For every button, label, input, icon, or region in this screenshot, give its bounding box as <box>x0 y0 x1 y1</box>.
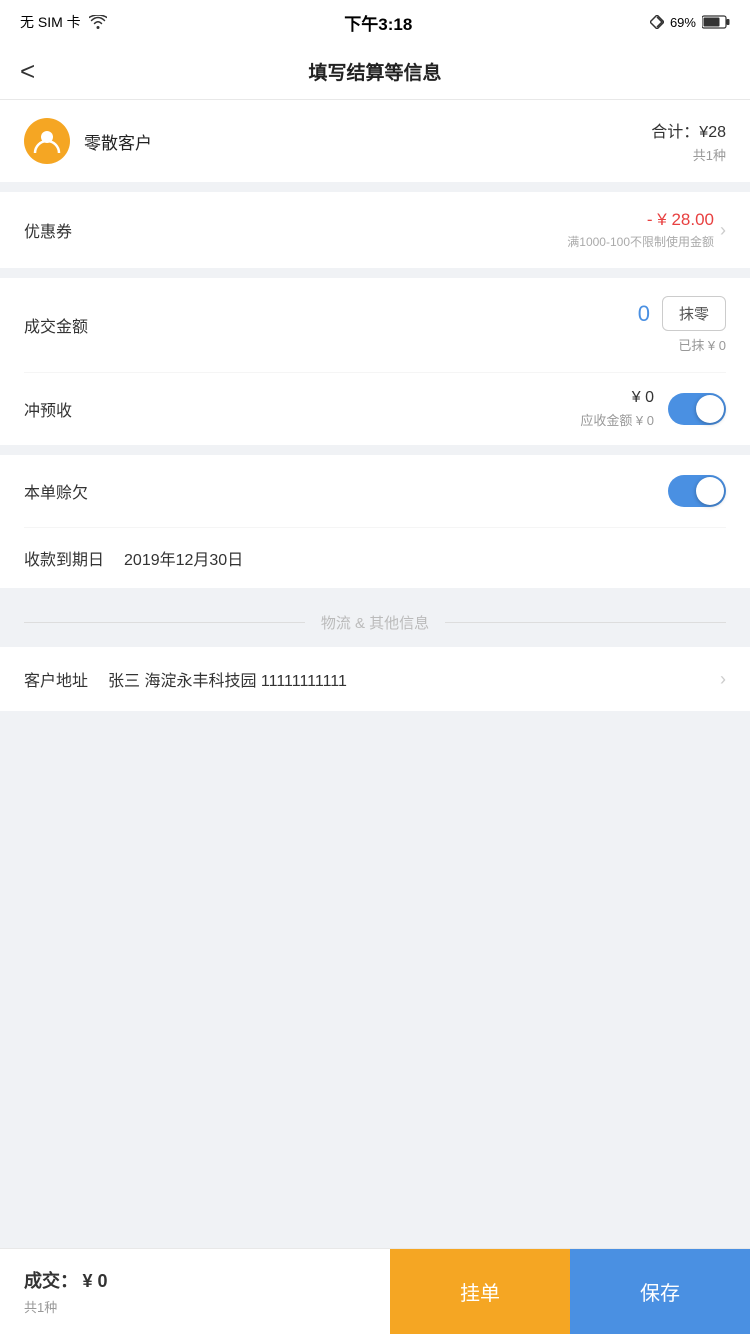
customer-name: 零散客户 <box>84 129 152 154</box>
battery-icon <box>702 15 730 29</box>
total-count: 共1种 <box>651 145 726 164</box>
status-time: 下午3:18 <box>344 10 412 35</box>
content: 零散客户 合计：¥28 共1种 优惠券 - ¥ 28.00 满1000-100不… <box>0 100 750 811</box>
deal-amount-value: 0 <box>638 301 650 327</box>
no-sim-text: 无 SIM 卡 <box>20 12 81 32</box>
address-chevron: › <box>720 669 726 690</box>
bottom-deal-value: ¥ 0 <box>82 1271 107 1291</box>
amount-section: 成交金额 0 抹零 已抹 ¥ 0 冲预收 ¥ 0 应收金额 ¥ 0 <box>0 278 750 445</box>
deal-amount-label: 成交金额 <box>24 313 88 337</box>
round-zero-button[interactable]: 抹零 <box>662 296 726 331</box>
logistics-divider: 物流 & 其他信息 <box>24 612 726 633</box>
nav-bar: < 填写结算等信息 <box>0 44 750 100</box>
credit-toggle[interactable] <box>668 475 726 507</box>
address-label: 客户地址 <box>24 667 88 691</box>
prereceive-amount: ¥ 0 应收金额 ¥ 0 <box>580 389 654 429</box>
page-title: 填写结算等信息 <box>308 58 441 85</box>
coupon-chevron: › <box>720 220 726 241</box>
prereceive-value: ¥ 0 <box>580 389 654 407</box>
coupon-row[interactable]: 优惠券 - ¥ 28.00 满1000-100不限制使用金额 › <box>0 192 750 268</box>
address-value: 张三 海淀永丰科技园 11111111111 <box>108 667 347 691</box>
address-section: 客户地址 张三 海淀永丰科技园 11111111111 › <box>0 647 750 711</box>
deal-amount-sub: 已抹 ¥ 0 <box>638 335 726 354</box>
bottom-bar: 成交： ¥ 0 共1种 挂单 保存 <box>0 1248 750 1334</box>
total-amount: 合计：¥28 <box>651 118 726 142</box>
bottom-summary: 成交： ¥ 0 共1种 <box>0 1267 390 1316</box>
customer-total: 合计：¥28 共1种 <box>651 118 726 164</box>
status-left: 无 SIM 卡 <box>20 12 107 32</box>
bottom-deal-label: 成交： ¥ 0 <box>24 1267 366 1293</box>
credit-section: 本单赊欠 收款到期日 2019年12月30日 <box>0 455 750 588</box>
prereceive-sub: 应收金额 ¥ 0 <box>580 410 654 429</box>
due-date-label: 收款到期日 <box>24 546 104 570</box>
battery-text: 69% <box>670 15 696 30</box>
save-button[interactable]: 保存 <box>570 1249 750 1334</box>
credit-label: 本单赊欠 <box>24 479 88 503</box>
prereceive-label: 冲预收 <box>24 397 72 421</box>
prereceive-toggle-knob <box>696 395 724 423</box>
customer-row: 零散客户 合计：¥28 共1种 <box>0 100 750 182</box>
credit-row: 本单赊欠 <box>24 455 726 528</box>
prereceive-toggle[interactable] <box>668 393 726 425</box>
status-bar: 无 SIM 卡 下午3:18 69% <box>0 0 750 44</box>
customer-avatar <box>24 118 70 164</box>
logistics-divider-section: 物流 & 其他信息 <box>0 598 750 647</box>
wifi-icon <box>89 15 107 29</box>
back-button[interactable]: < <box>20 56 35 87</box>
deal-amount-right: 0 抹零 <box>638 296 726 331</box>
logistics-title: 物流 & 其他信息 <box>321 612 429 633</box>
prereceive-right: ¥ 0 应收金额 ¥ 0 <box>580 389 726 429</box>
coupon-label: 优惠券 <box>24 218 72 242</box>
date-row: 收款到期日 2019年12月30日 <box>24 528 726 588</box>
location-icon <box>650 15 664 29</box>
customer-section: 零散客户 合计：¥28 共1种 <box>0 100 750 182</box>
bottom-deal-prefix: 成交： <box>24 1271 78 1291</box>
deal-amount-row: 成交金额 0 抹零 已抹 ¥ 0 <box>24 278 726 373</box>
coupon-right: - ¥ 28.00 满1000-100不限制使用金额 › <box>567 210 726 250</box>
address-row[interactable]: 客户地址 张三 海淀永丰科技园 11111111111 › <box>0 647 750 711</box>
credit-toggle-knob <box>696 477 724 505</box>
address-left: 客户地址 张三 海淀永丰科技园 11111111111 <box>24 667 347 691</box>
customer-left: 零散客户 <box>24 118 152 164</box>
coupon-amount: - ¥ 28.00 <box>567 210 714 230</box>
prereceive-row: 冲预收 ¥ 0 应收金额 ¥ 0 <box>24 373 726 445</box>
coupon-section: 优惠券 - ¥ 28.00 满1000-100不限制使用金额 › <box>0 192 750 268</box>
hang-button[interactable]: 挂单 <box>390 1249 570 1334</box>
coupon-block: - ¥ 28.00 满1000-100不限制使用金额 <box>567 210 714 250</box>
status-right: 69% <box>650 15 730 30</box>
due-date-value: 2019年12月30日 <box>124 546 243 570</box>
coupon-desc: 满1000-100不限制使用金额 <box>567 233 714 250</box>
bottom-count: 共1种 <box>24 1297 366 1316</box>
